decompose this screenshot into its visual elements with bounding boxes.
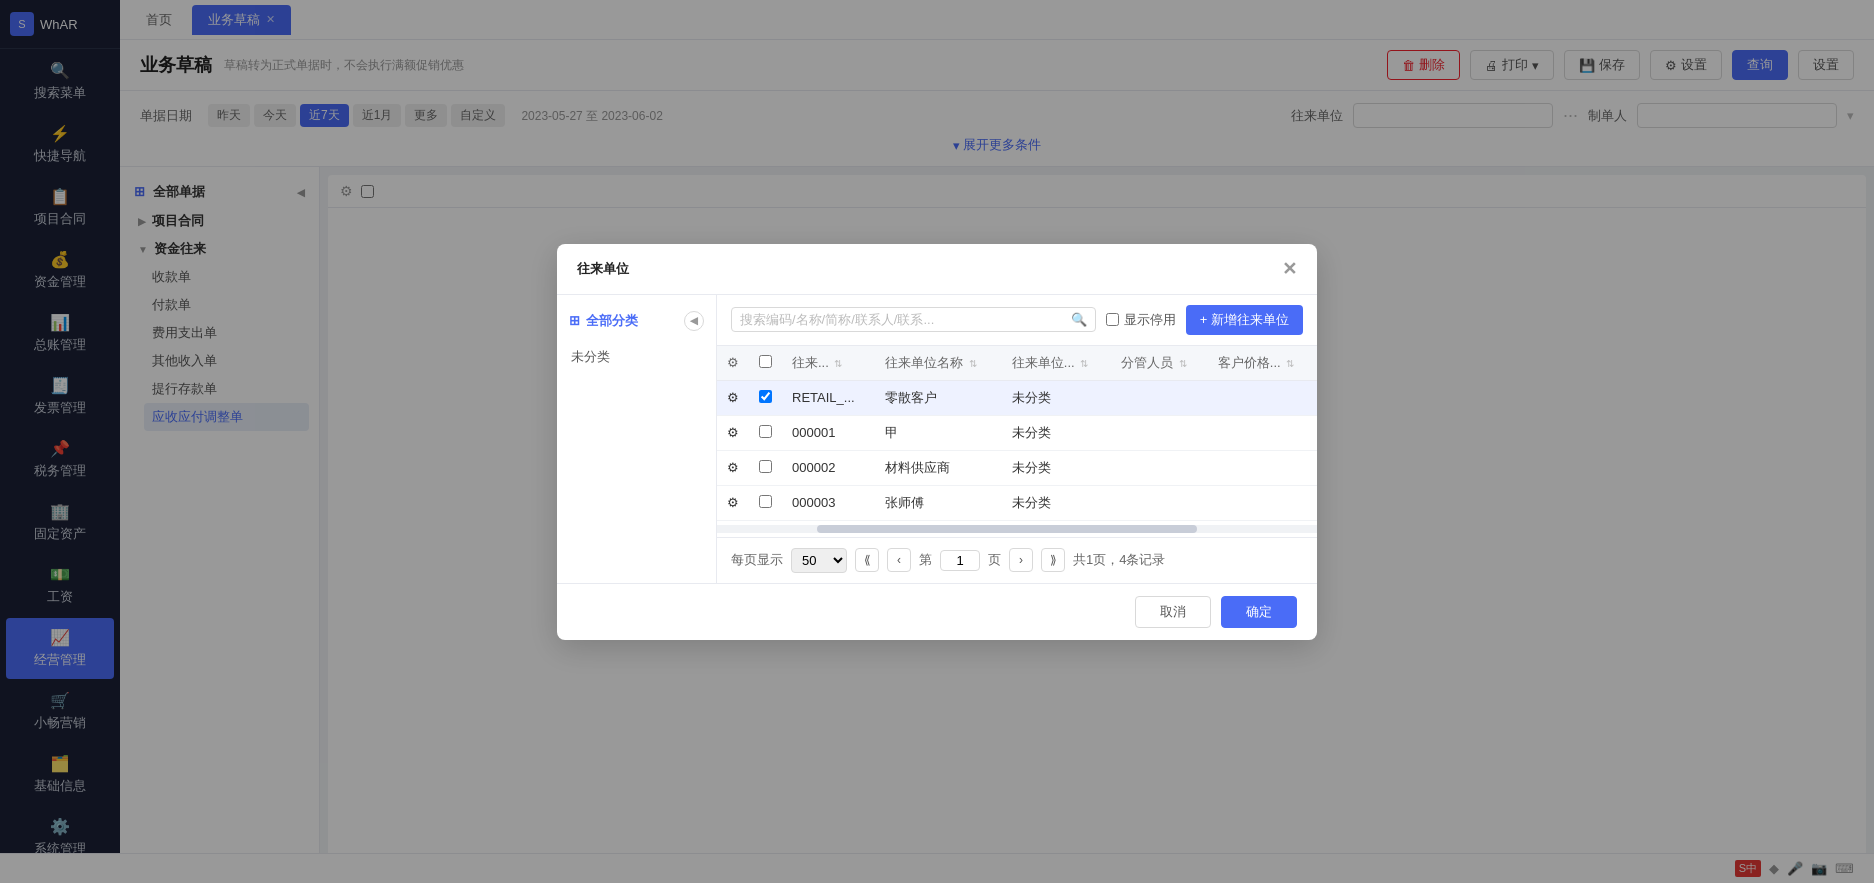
dialog-pagination: 每页显示 50 100 ⟪ ‹ 第 页 › ⟫ 共1页，4条记录 bbox=[717, 537, 1317, 583]
th-price: 客户价格... ⇅ bbox=[1208, 346, 1317, 381]
row-manager-1 bbox=[1111, 415, 1208, 450]
dialog-left-panel: ⊞ 全部分类 ◀ 未分类 bbox=[557, 295, 717, 583]
row-category-0: 未分类 bbox=[1002, 380, 1111, 415]
row-price-3 bbox=[1208, 485, 1317, 520]
row-price-1 bbox=[1208, 415, 1317, 450]
row-checkbox-2[interactable] bbox=[759, 460, 772, 473]
cancel-button[interactable]: 取消 bbox=[1135, 596, 1211, 628]
show-disabled-label[interactable]: 显示停用 bbox=[1106, 311, 1176, 329]
dialog-collapse-btn[interactable]: ◀ bbox=[684, 311, 704, 331]
total-label: 共1页，4条记录 bbox=[1073, 551, 1165, 569]
dialog-category-header: ⊞ 全部分类 ◀ bbox=[557, 305, 716, 341]
row-price-0 bbox=[1208, 380, 1317, 415]
th-checkbox[interactable] bbox=[759, 355, 772, 368]
table-body: ⚙ RETAIL_... 零散客户 未分类 ⚙ 000001 甲 未分类 ⚙ 0… bbox=[717, 380, 1317, 520]
row-settings-1[interactable]: ⚙ bbox=[717, 415, 749, 450]
row-category-1: 未分类 bbox=[1002, 415, 1111, 450]
page-input[interactable] bbox=[940, 550, 980, 571]
row-code-0: RETAIL_... bbox=[782, 380, 875, 415]
category-unclassified[interactable]: 未分类 bbox=[557, 341, 716, 373]
dialog-right-panel: 🔍 显示停用 + 新增往来单位 ⚙ bbox=[717, 295, 1317, 583]
row-checkbox-0[interactable] bbox=[759, 390, 772, 403]
table-header-row: ⚙ 往来... ⇅ 往来单位名称 ⇅ 往来单位... ⇅ 分管人员 ⇅ 客户价格… bbox=[717, 346, 1317, 381]
dialog-toolbar: 🔍 显示停用 + 新增往来单位 bbox=[717, 295, 1317, 346]
row-manager-2 bbox=[1111, 450, 1208, 485]
row-category-2: 未分类 bbox=[1002, 450, 1111, 485]
table-head: ⚙ 往来... ⇅ 往来单位名称 ⇅ 往来单位... ⇅ 分管人员 ⇅ 客户价格… bbox=[717, 346, 1317, 381]
row-name-3: 张师傅 bbox=[875, 485, 1001, 520]
search-wrap: 🔍 bbox=[731, 307, 1096, 332]
th-settings[interactable]: ⚙ bbox=[717, 346, 749, 381]
partner-table: ⚙ 往来... ⇅ 往来单位名称 ⇅ 往来单位... ⇅ 分管人员 ⇅ 客户价格… bbox=[717, 346, 1317, 521]
dialog-body: ⊞ 全部分类 ◀ 未分类 🔍 显示停 bbox=[557, 295, 1317, 583]
row-settings-3[interactable]: ⚙ bbox=[717, 485, 749, 520]
row-price-2 bbox=[1208, 450, 1317, 485]
dialog-title: 往来单位 bbox=[577, 260, 629, 278]
search-icon: 🔍 bbox=[1071, 312, 1087, 327]
all-category-label: 全部分类 bbox=[586, 312, 638, 330]
row-check-0[interactable] bbox=[749, 380, 782, 415]
row-checkbox-1[interactable] bbox=[759, 425, 772, 438]
search-input[interactable] bbox=[740, 312, 1065, 327]
table-row[interactable]: ⚙ RETAIL_... 零散客户 未分类 bbox=[717, 380, 1317, 415]
per-page-label: 每页显示 bbox=[731, 551, 783, 569]
page-text: 第 bbox=[919, 551, 932, 569]
page-label: 页 bbox=[988, 551, 1001, 569]
th-name: 往来单位名称 ⇅ bbox=[875, 346, 1001, 381]
row-name-2: 材料供应商 bbox=[875, 450, 1001, 485]
row-settings-0[interactable]: ⚙ bbox=[717, 380, 749, 415]
dialog-overlay: 往来单位 ✕ ⊞ 全部分类 ◀ 未分类 bbox=[0, 0, 1874, 883]
row-manager-3 bbox=[1111, 485, 1208, 520]
table-row[interactable]: ⚙ 000003 张师傅 未分类 bbox=[717, 485, 1317, 520]
row-name-0: 零散客户 bbox=[875, 380, 1001, 415]
dialog-footer: 取消 确定 bbox=[557, 583, 1317, 640]
row-checkbox-3[interactable] bbox=[759, 495, 772, 508]
th-code: 往来... ⇅ bbox=[782, 346, 875, 381]
dialog-scrollbar-track[interactable] bbox=[717, 525, 1317, 533]
page-prev-btn[interactable]: ‹ bbox=[887, 548, 911, 572]
row-manager-0 bbox=[1111, 380, 1208, 415]
add-partner-button[interactable]: + 新增往来单位 bbox=[1186, 305, 1303, 335]
th-manager: 分管人员 ⇅ bbox=[1111, 346, 1208, 381]
row-code-1: 000001 bbox=[782, 415, 875, 450]
confirm-button[interactable]: 确定 bbox=[1221, 596, 1297, 628]
dialog-close-button[interactable]: ✕ bbox=[1282, 258, 1297, 280]
table-row[interactable]: ⚙ 000001 甲 未分类 bbox=[717, 415, 1317, 450]
row-category-3: 未分类 bbox=[1002, 485, 1111, 520]
dialog-scrollbar-thumb[interactable] bbox=[817, 525, 1197, 533]
per-page-select[interactable]: 50 100 bbox=[791, 548, 847, 573]
row-check-3[interactable] bbox=[749, 485, 782, 520]
row-code-3: 000003 bbox=[782, 485, 875, 520]
page-next-btn[interactable]: › bbox=[1009, 548, 1033, 572]
row-settings-2[interactable]: ⚙ bbox=[717, 450, 749, 485]
show-disabled-checkbox[interactable] bbox=[1106, 313, 1119, 326]
dialog-table-scroll[interactable]: ⚙ 往来... ⇅ 往来单位名称 ⇅ 往来单位... ⇅ 分管人员 ⇅ 客户价格… bbox=[717, 346, 1317, 521]
page-last-btn[interactable]: ⟫ bbox=[1041, 548, 1065, 572]
row-check-1[interactable] bbox=[749, 415, 782, 450]
table-row[interactable]: ⚙ 000002 材料供应商 未分类 bbox=[717, 450, 1317, 485]
row-code-2: 000002 bbox=[782, 450, 875, 485]
page-first-btn[interactable]: ⟪ bbox=[855, 548, 879, 572]
th-category: 往来单位... ⇅ bbox=[1002, 346, 1111, 381]
row-check-2[interactable] bbox=[749, 450, 782, 485]
partner-dialog: 往来单位 ✕ ⊞ 全部分类 ◀ 未分类 bbox=[557, 244, 1317, 640]
th-check[interactable] bbox=[749, 346, 782, 381]
row-name-1: 甲 bbox=[875, 415, 1001, 450]
dialog-header: 往来单位 ✕ bbox=[557, 244, 1317, 295]
